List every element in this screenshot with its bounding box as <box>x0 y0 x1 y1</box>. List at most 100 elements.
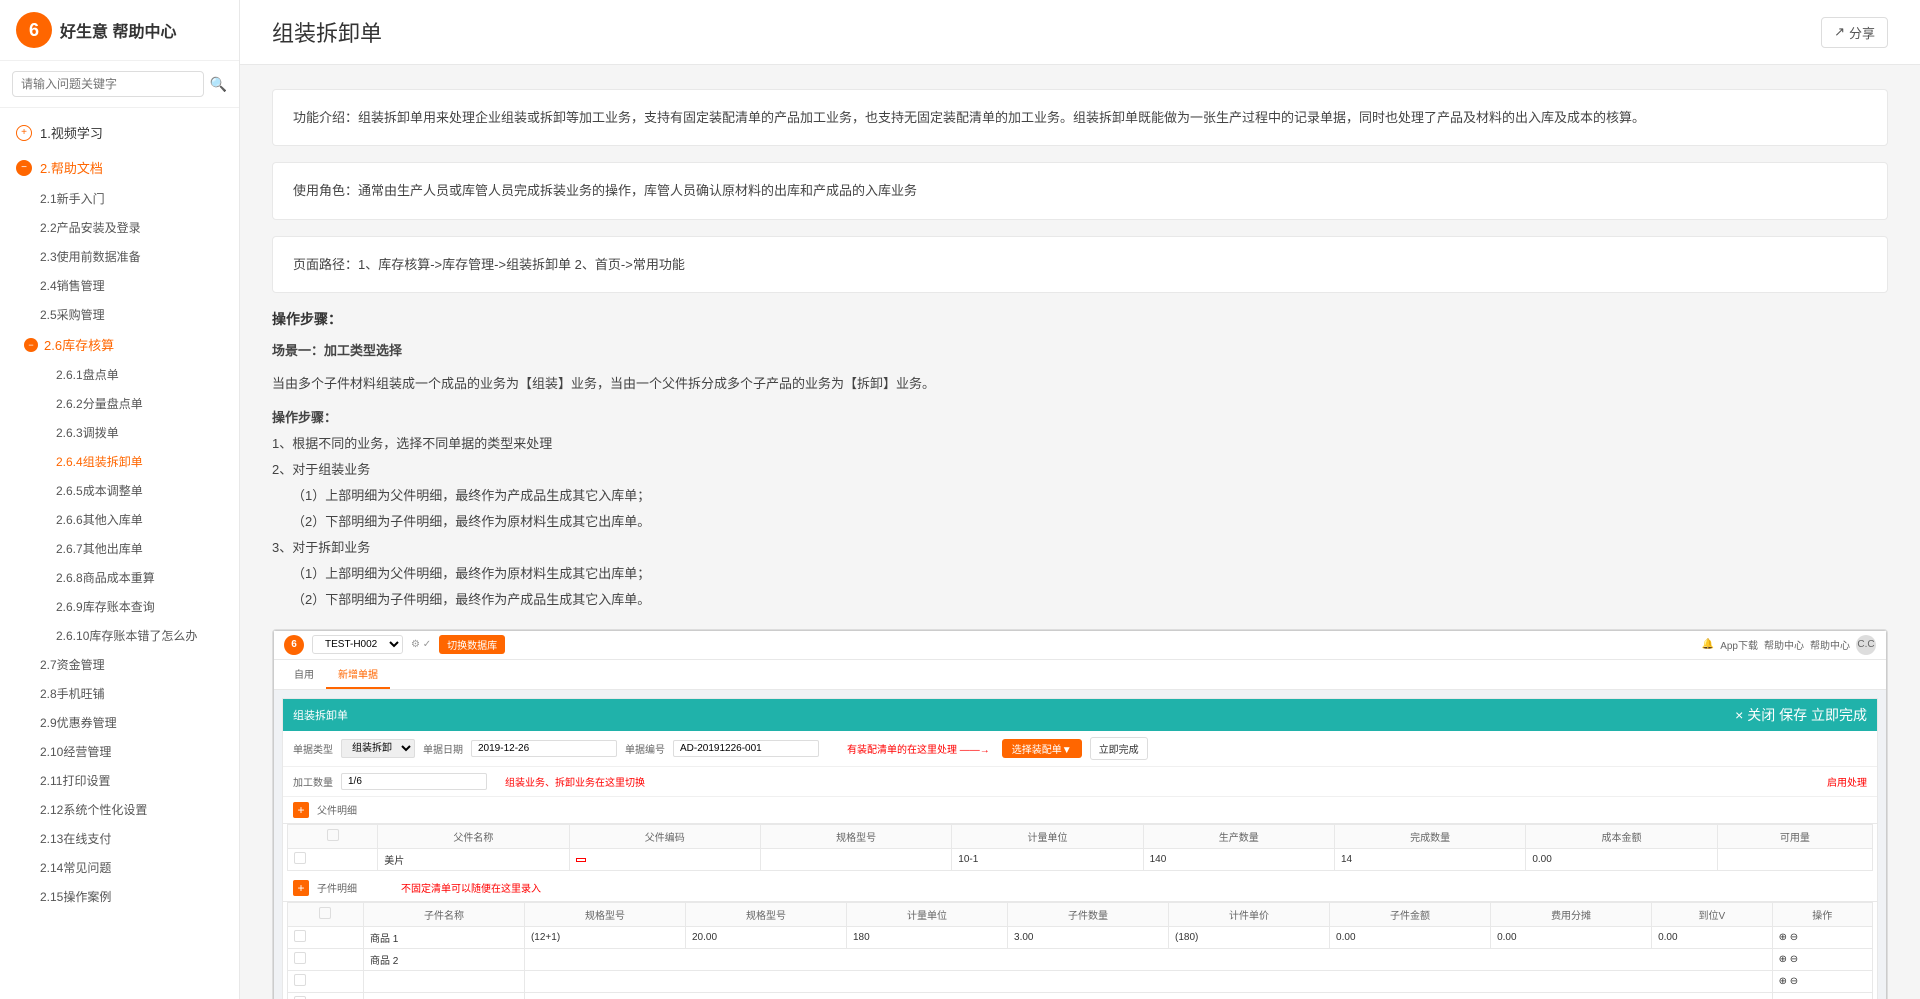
td-b-unit: 180 <box>847 926 1008 948</box>
nav-children-docs: 2.1新手入门 2.2产品安装及登录 2.3使用前数据准备 2.4销售管理 2.… <box>0 184 239 911</box>
th-parent-code: 父件编码 <box>569 824 760 848</box>
td-available <box>1717 848 1872 870</box>
td-b-amount: 0.00 <box>1330 926 1491 948</box>
step-1: 1、根据不同的业务，选择不同单据的类型来处理 <box>272 431 1888 457</box>
nav-section-docs-label: 2.帮助文档 <box>40 158 103 177</box>
nav-item-211[interactable]: 2.11打印设置 <box>0 766 239 795</box>
collapse-icon-s2: − <box>16 160 32 176</box>
nav-item-265[interactable]: 2.6.5成本调整单 <box>0 476 239 505</box>
sidebar-header: 6 好生意 帮助中心 <box>0 0 239 61</box>
nav-item-23[interactable]: 2.3使用前数据准备 <box>0 242 239 271</box>
nav-item-215[interactable]: 2.15操作案例 <box>0 882 239 911</box>
table-row: ⊕ ⊖ <box>288 992 1873 999</box>
info-block-role: 使用角色：通常由生产人员或库管人员完成拆装业务的操作，库管人员确认原材料的出库和… <box>272 162 1888 219</box>
th-b-child-name: 子件名称 <box>363 902 524 926</box>
step-2: 2、对于组装业务 <box>272 457 1888 483</box>
nav-item-2610[interactable]: 2.6.10库存账本错了怎么办 <box>0 621 239 650</box>
td-b-s1: (12+1) <box>524 926 685 948</box>
nav-item-24[interactable]: 2.4销售管理 <box>0 271 239 300</box>
modal-dialog: 组装拆卸单 × 关闭 保存 立即完成 单据类型 组装拆卸 单据日期 单据编号 <box>282 698 1878 999</box>
th-available: 可用量 <box>1717 824 1872 848</box>
type-select[interactable]: 组装拆卸 <box>341 739 415 758</box>
nav-children-26: 2.6.1盘点单 2.6.2分量盘点单 2.6.3调拨单 2.6.4组装拆卸单 … <box>0 360 239 650</box>
nav-item-27[interactable]: 2.7资金管理 <box>0 650 239 679</box>
company-selector[interactable]: TEST-H002 <box>312 635 403 654</box>
nav-section-video: + 1.视频学习 <box>0 116 239 149</box>
add-top-row-btn[interactable]: + <box>293 802 309 818</box>
th-spec: 规格型号 <box>760 824 951 848</box>
td-b-act-2: ⊕ ⊖ <box>1772 948 1872 970</box>
expand-icon-s1: + <box>16 125 32 141</box>
app-icon-3: 帮助中心 <box>1764 637 1804 652</box>
qty-input[interactable] <box>341 773 487 790</box>
nav-section-video-header[interactable]: + 1.视频学习 <box>0 116 239 149</box>
scenario-desc: 当由多个子件材料组装成一个成品的业务为【组装】业务，当由一个父件拆分成多个子产品… <box>272 372 1888 397</box>
nav-item-212[interactable]: 2.12系统个性化设置 <box>0 795 239 824</box>
switch-db-btn[interactable]: 切换数据库 <box>439 635 505 654</box>
annotation-text-2: 组装业务、拆卸业务在这里切换 <box>505 774 645 789</box>
nav-item-261[interactable]: 2.6.1盘点单 <box>0 360 239 389</box>
app-icon-2: App下载 <box>1720 637 1758 652</box>
search-icon[interactable]: 🔍 <box>210 76 227 93</box>
nav-item-29[interactable]: 2.9优惠券管理 <box>0 708 239 737</box>
top-table-title: 父件明细 <box>317 802 357 817</box>
step-2-1: （1）上部明细为父件明细，最终作为产成品生成其它入库单； <box>272 483 1888 509</box>
modal-close-btn[interactable]: × 关闭 保存 立即完成 <box>1735 705 1867 725</box>
date-label: 单据日期 <box>423 741 463 756</box>
search-input[interactable] <box>12 71 204 97</box>
nav-item-263[interactable]: 2.6.3调拨单 <box>0 418 239 447</box>
highlighted-cell <box>576 858 586 862</box>
nav-item-264[interactable]: 2.6.4组装拆卸单 <box>0 447 239 476</box>
nav-item-268[interactable]: 2.6.8商品成本重算 <box>0 563 239 592</box>
nav-item-214[interactable]: 2.14常见问题 <box>0 853 239 882</box>
nav-item-262[interactable]: 2.6.2分量盘点单 <box>0 389 239 418</box>
app-screenshot: 6 TEST-H002 ⚙ ✓ 切换数据库 🔔 App下载 帮助中心 帮助中心 … <box>273 630 1887 999</box>
td-b-chk-2 <box>288 948 364 970</box>
nav-item-269[interactable]: 2.6.9库存账本查询 <box>0 592 239 621</box>
add-bottom-row-btn[interactable]: + <box>293 880 309 896</box>
form-row-1: 单据类型 组装拆卸 单据日期 单据编号 有装配清单的在这里处理 ——→ 选择装配… <box>283 731 1877 767</box>
nav-item-26-header[interactable]: − 2.6库存核算 <box>0 329 239 360</box>
nav-section-video-label: 1.视频学习 <box>40 123 103 142</box>
nav-item-266[interactable]: 2.6.6其他入库单 <box>0 505 239 534</box>
topbar-icons: ⚙ ✓ <box>411 639 431 650</box>
scenario-title: 场景一：加工类型选择 <box>272 339 1888 364</box>
nav-item-25[interactable]: 2.5采购管理 <box>0 300 239 329</box>
nav-section-docs-header[interactable]: − 2.帮助文档 <box>0 151 239 184</box>
select-assembly-btn[interactable]: 选择装配单▼ <box>1002 739 1082 758</box>
nav-item-267[interactable]: 2.6.7其他出库单 <box>0 534 239 563</box>
role-text: 使用角色：通常由生产人员或库管人员完成拆装业务的操作，库管人员确认原材料的出库和… <box>293 179 1867 202</box>
td-b-arrive: 0.00 <box>1652 926 1773 948</box>
nav-item-28[interactable]: 2.8手机旺铺 <box>0 679 239 708</box>
app-right-icons: 🔔 App下载 帮助中心 帮助中心 C.C <box>1702 635 1876 655</box>
share-icon: ↗ <box>1834 24 1845 40</box>
tab-new-doc[interactable]: 新增单据 <box>326 660 390 689</box>
nav-section-docs: − 2.帮助文档 2.1新手入门 2.2产品安装及登录 2.3使用前数据准备 2… <box>0 151 239 911</box>
main-content: 组装拆卸单 ↗ 分享 功能介绍：组装拆卸单用来处理企业组装或拆卸等加工业务，支持… <box>240 0 1920 999</box>
qty-label: 加工数量 <box>293 774 333 789</box>
th-unit: 计量单位 <box>952 824 1143 848</box>
td-b-name: 商品 1 <box>363 926 524 948</box>
th-b-checkbox <box>288 902 364 926</box>
num-input[interactable] <box>673 740 819 757</box>
info-block-intro: 功能介绍：组装拆卸单用来处理企业组装或拆卸等加工业务，支持有固定装配清单的产品加… <box>272 89 1888 146</box>
nav-item-210[interactable]: 2.10经营管理 <box>0 737 239 766</box>
main-header: 组装拆卸单 ↗ 分享 <box>240 0 1920 65</box>
th-b-spec2: 规格型号 <box>685 902 846 926</box>
share-button[interactable]: ↗ 分享 <box>1821 17 1888 48</box>
brand-logo: 6 <box>16 12 52 48</box>
td-done-qty: 14 <box>1334 848 1525 870</box>
date-input[interactable] <box>471 740 617 757</box>
nav-item-22[interactable]: 2.2产品安装及登录 <box>0 213 239 242</box>
tab-ziyong[interactable]: 自用 <box>282 660 326 689</box>
steps-area: 操作步骤： 1、根据不同的业务，选择不同单据的类型来处理 2、对于组装业务 （1… <box>272 405 1888 613</box>
th-b-arrive: 到位V <box>1652 902 1773 926</box>
nav-item-213[interactable]: 2.13在线支付 <box>0 824 239 853</box>
nav-item-21[interactable]: 2.1新手入门 <box>0 184 239 213</box>
table-row: 商品 2 ⊕ ⊖ <box>288 948 1873 970</box>
form-row-2-wrapper: 加工数量 组装业务、拆卸业务在这里切换 启用处理 <box>283 767 1877 797</box>
app-icon-4: 帮助中心 <box>1810 637 1850 652</box>
path-text: 页面路径：1、库存核算->库存管理->组装拆卸单 2、首页->常用功能 <box>293 253 1867 276</box>
confirm-btn[interactable]: 立即完成 <box>1090 737 1148 760</box>
app-nav-tabs: 自用 新增单据 <box>274 660 1886 690</box>
